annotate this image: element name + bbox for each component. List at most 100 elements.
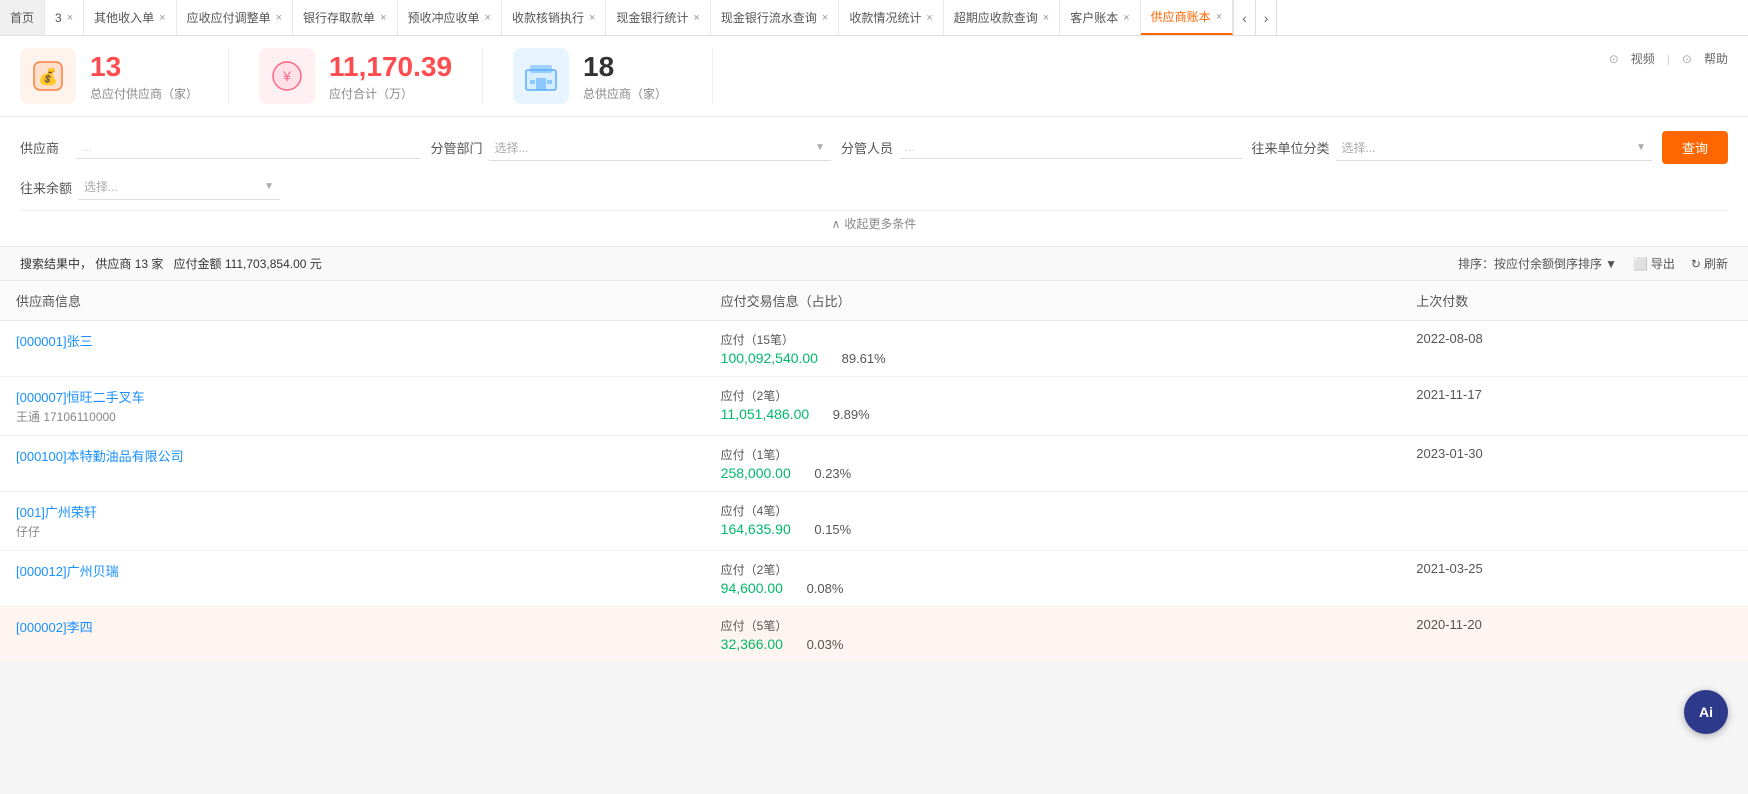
category-filter-label: 往来单位分类	[1252, 138, 1330, 157]
result-bar: 搜索结果中， 供应商 13 家 应付金额 111,703,854.00 元 排序…	[0, 247, 1748, 281]
category-filter-select[interactable]: 选择... ▼	[1336, 135, 1652, 161]
nav-tab-prepay-ar-close[interactable]: ×	[485, 12, 491, 24]
percentage-1: 89.61%	[842, 351, 886, 366]
supplier-cell-5: [000012]广州贝瑞	[0, 551, 705, 607]
balance-select-placeholder: 选择...	[84, 178, 260, 195]
help-video-link[interactable]: 视频	[1631, 50, 1655, 67]
supplier-filter-label: 供应商	[20, 138, 70, 157]
nav-tab-customer-ledger-close[interactable]: ×	[1123, 12, 1129, 24]
supplier-cell-2: [000007]恒旺二手叉车 王通 17106110000	[0, 377, 705, 436]
percentage-2: 9.89%	[833, 407, 870, 422]
nav-tab-ar-ap-adjust-label: 应收应付调整单	[187, 9, 271, 26]
nav-tab-other-income-close[interactable]: ×	[159, 12, 165, 24]
ai-button-label: Ai	[1699, 704, 1713, 720]
payable-total-text: 11,170.39 应付合计（万）	[329, 51, 452, 102]
nav-tab-ar-ap-adjust-close[interactable]: ×	[276, 12, 282, 24]
supplier-link-2[interactable]: [000007]恒旺二手叉车	[16, 390, 145, 405]
supplier-filter-input[interactable]	[76, 136, 421, 159]
export-icon: ⬜	[1633, 257, 1648, 271]
supplier-cell-3: [000100]本特勤油品有限公司	[0, 436, 705, 492]
nav-tab-bank-deposit[interactable]: 银行存取款单 ×	[293, 0, 397, 35]
nav-tab-other-income-label: 其他收入单	[94, 9, 154, 26]
table-container: 供应商信息 应付交易信息（占比） 上次付数 [000001]张三 应付（15笔）…	[0, 281, 1748, 663]
table-row: [001]广州荣轩 仔仔 应付（4笔） 164,635.90 0.15%	[0, 492, 1748, 551]
divider: |	[1667, 52, 1670, 66]
refresh-button[interactable]: ↻ 刷新	[1691, 255, 1728, 272]
nav-tab-receipt-verify[interactable]: 收款核销执行 ×	[502, 0, 606, 35]
supplier-link-1[interactable]: [000001]张三	[16, 334, 93, 349]
nav-tab-cash-bank-stat[interactable]: 现金银行统计 ×	[606, 0, 710, 35]
last-payment-cell-2: 2021-11-17	[1400, 377, 1748, 436]
collapse-button[interactable]: ∧ 收起更多条件	[20, 210, 1728, 236]
amount-value-1: 100,092,540.00	[721, 350, 818, 366]
nav-tab-receipt-stat[interactable]: 收款情况统计 ×	[839, 0, 943, 35]
nav-tab-receipt-stat-label: 收款情况统计	[849, 9, 921, 26]
sort-label: 排序：按应付余额倒序排序	[1458, 255, 1602, 272]
category-dropdown-arrow-icon: ▼	[1636, 142, 1646, 153]
nav-tab-overdue-ar[interactable]: 超期应收款查询 ×	[944, 0, 1060, 35]
nav-tab-cash-bank-flow[interactable]: 现金银行流水查询 ×	[711, 0, 839, 35]
filter-row-2: 往来余额 选择... ▼	[20, 174, 1728, 200]
table-row: [000012]广州贝瑞 应付（2笔） 94,600.00 0.08% 2021…	[0, 551, 1748, 607]
dept-filter-label: 分管部门	[431, 138, 483, 157]
nav-tab-ar-ap-adjust[interactable]: 应收应付调整单 ×	[177, 0, 293, 35]
nav-tab-cash-bank-stat-close[interactable]: ×	[693, 12, 699, 24]
ai-button[interactable]: Ai	[1684, 690, 1728, 734]
nav-tab-receipt-verify-close[interactable]: ×	[589, 12, 595, 24]
nav-tab-overdue-ar-label: 超期应收款查询	[954, 9, 1038, 26]
last-payment-cell-5: 2021-03-25	[1400, 551, 1748, 607]
nav-tab-3-close[interactable]: ×	[67, 12, 73, 24]
result-amount-unit: 元	[310, 257, 322, 271]
nav-tab-prepay-ar[interactable]: 预收冲应收单 ×	[398, 0, 502, 35]
stats-bar: 💰 13 总应付供应商（家） ¥ 11,170.39 应付合计（万）	[0, 36, 1748, 117]
svg-text:💰: 💰	[38, 67, 58, 86]
nav-tab-receipt-stat-close[interactable]: ×	[926, 12, 932, 24]
result-supplier-count-label: 供应商	[95, 257, 131, 271]
payable-suppliers-icon: 💰	[20, 48, 76, 104]
filter-area: 供应商 分管部门 选择... ▼ 分管人员 往来单位分类 选择... ▼ 查询 …	[0, 117, 1748, 247]
sort-arrow-icon: ▼	[1605, 257, 1617, 271]
nav-tab-bank-deposit-close[interactable]: ×	[380, 12, 386, 24]
supplier-link-3[interactable]: [000100]本特勤油品有限公司	[16, 449, 184, 464]
nav-arrow-right[interactable]: ›	[1255, 0, 1277, 35]
transaction-cell-6: 应付（5笔） 32,366.00 0.03%	[705, 607, 1401, 663]
dept-filter-select[interactable]: 选择... ▼	[489, 135, 831, 161]
nav-tab-3[interactable]: 3 ×	[45, 0, 84, 35]
nav-arrow-left[interactable]: ‹	[1233, 0, 1255, 35]
circle-play-icon: ⊙	[1609, 52, 1619, 66]
supplier-link-6[interactable]: [000002]李四	[16, 620, 93, 635]
export-button[interactable]: ⬜ 导出	[1633, 255, 1675, 272]
total-suppliers-label: 总供应商（家）	[583, 85, 667, 102]
percentage-4: 0.15%	[814, 522, 851, 537]
nav-tab-cash-bank-flow-label: 现金银行流水查询	[721, 9, 817, 26]
person-filter-input[interactable]	[899, 136, 1241, 159]
balance-filter-select[interactable]: 选择... ▼	[78, 174, 280, 200]
nav-tab-cash-bank-flow-close[interactable]: ×	[822, 12, 828, 24]
nav-tab-home[interactable]: 首页	[0, 0, 45, 35]
help-link[interactable]: 帮助	[1704, 50, 1728, 67]
nav-tab-supplier-ledger-label: 供应商账本	[1151, 8, 1211, 25]
result-amount-value: 111,703,854.00	[225, 257, 307, 271]
person-filter-label: 分管人员	[841, 138, 893, 157]
result-amount-label: 应付金额	[173, 257, 221, 271]
nav-tab-supplier-ledger-close[interactable]: ×	[1216, 11, 1222, 23]
refresh-icon: ↻	[1691, 257, 1701, 271]
transaction-cell-1: 应付（15笔） 100,092,540.00 89.61%	[705, 321, 1401, 377]
last-payment-cell-6: 2020-11-20	[1400, 607, 1748, 663]
nav-tab-overdue-ar-close[interactable]: ×	[1043, 12, 1049, 24]
nav-tab-customer-ledger[interactable]: 客户账本 ×	[1060, 0, 1140, 35]
nav-tab-supplier-ledger[interactable]: 供应商账本 ×	[1141, 0, 1233, 35]
table-row: [000002]李四 应付（5笔） 32,366.00 0.03% 2020-1…	[0, 607, 1748, 663]
refresh-label: 刷新	[1704, 255, 1728, 272]
supplier-link-5[interactable]: [000012]广州贝瑞	[16, 564, 119, 579]
last-payment-date-5: 2021-03-25	[1416, 561, 1483, 576]
amount-value-3: 258,000.00	[721, 465, 791, 481]
supplier-cell-6: [000002]李四	[0, 607, 705, 663]
transaction-cell-5: 应付（2笔） 94,600.00 0.08%	[705, 551, 1401, 607]
query-button[interactable]: 查询	[1662, 131, 1728, 164]
nav-tab-other-income[interactable]: 其他收入单 ×	[84, 0, 176, 35]
sort-button[interactable]: 排序：按应付余额倒序排序 ▼	[1458, 255, 1617, 272]
table-body: [000001]张三 应付（15笔） 100,092,540.00 89.61%…	[0, 321, 1748, 663]
supplier-link-4[interactable]: [001]广州荣轩	[16, 505, 97, 520]
supplier-sub-2: 王通 17106110000	[16, 408, 689, 425]
